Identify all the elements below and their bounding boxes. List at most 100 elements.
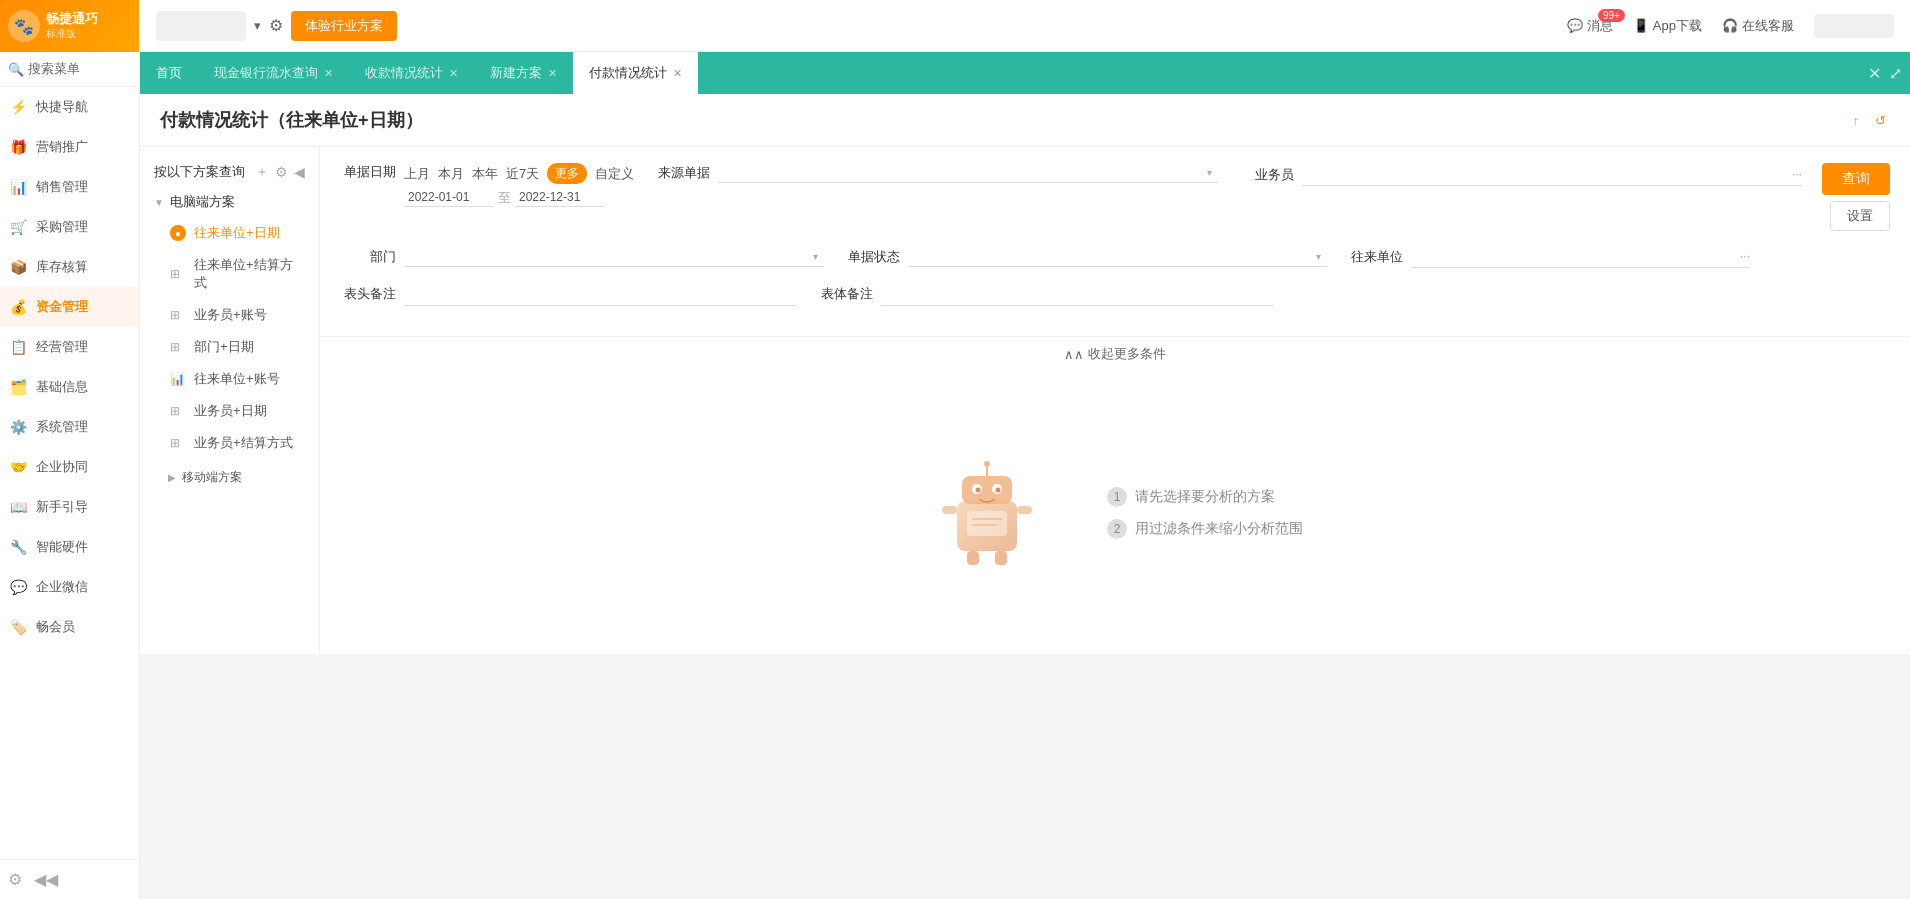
body-note-input[interactable] (881, 282, 1274, 306)
scheme-sub-label: 移动端方案 (182, 469, 242, 486)
date-range-separator: 至 (498, 189, 511, 207)
dept-select-arrow: ▾ (813, 251, 818, 262)
date-shortcut-this-month[interactable]: 本月 (438, 165, 464, 183)
dept-select[interactable]: ▾ (404, 247, 824, 267)
staff-dots[interactable]: ··· (1792, 167, 1802, 181)
messages-badge: 99+ (1598, 9, 1625, 22)
scheme-group-desktop-title[interactable]: ▼ 电脑端方案 (140, 187, 319, 217)
sidebar-item-label: 资金管理 (36, 298, 88, 316)
scheme-settings-icon[interactable]: ⚙ (275, 164, 288, 180)
scheme-add-icon[interactable]: ＋ (255, 163, 269, 181)
sidebar-item-basic-info[interactable]: 🗂️ 基础信息 (0, 367, 139, 407)
empty-tips: 1 请先选择要分析的方案 2 用过滤条件来缩小分析范围 (1107, 487, 1303, 539)
sidebar-item-label: 企业微信 (36, 578, 88, 596)
staff-input-container: ··· (1302, 163, 1802, 186)
tab-payment-stats[interactable]: 付款情况统计 ✕ (573, 52, 698, 94)
sidebar-item-sales[interactable]: 📊 销售管理 (0, 167, 139, 207)
date-end-input[interactable]: 2022-12-31 (515, 188, 605, 207)
filter-form: 单据日期 上月 本月 本年 近7天 更多 自定义 (320, 147, 1910, 336)
voucher-status-arrow: ▾ (1316, 251, 1321, 262)
basic-info-icon: 🗂️ (8, 377, 28, 397)
purchase-icon: 🛒 (8, 217, 28, 237)
svg-rect-10 (967, 551, 979, 565)
sidebar-item-system[interactable]: ⚙️ 系统管理 (0, 407, 139, 447)
collapse-icon: ∧∧ (1064, 347, 1084, 362)
scheme-item-contact-date[interactable]: ● 往来单位+日期 (140, 217, 319, 249)
scheme-group-mobile-title[interactable]: ▶ 移动端方案 (154, 463, 319, 492)
sidebar-collapse-icon[interactable]: ◀◀ (34, 870, 58, 889)
tab-maximize-icon[interactable]: ⤢ (1889, 64, 1902, 83)
date-shortcut-last-month[interactable]: 上月 (404, 165, 430, 183)
filter-field-voucher-status: 单据状态 ▾ (844, 247, 1328, 267)
refresh-icon: ↺ (1875, 113, 1886, 128)
scheme-item-contact-settle[interactable]: ⊞ 往来单位+结算方式 (140, 249, 319, 299)
sidebar-item-label: 库存核算 (36, 258, 88, 276)
tab-close-all-icon[interactable]: ✕ (1868, 64, 1881, 83)
scheme-item-staff-date[interactable]: ⊞ 业务员+日期 (140, 395, 319, 427)
scheme-item-dept-date[interactable]: ⊞ 部门+日期 (140, 331, 319, 363)
sidebar-item-enterprise[interactable]: 🤝 企业协同 (0, 447, 139, 487)
tab-bank-flow[interactable]: 现金银行流水查询 ✕ (198, 52, 349, 94)
dept-label: 部门 (340, 248, 396, 266)
tab-bank-flow-close[interactable]: ✕ (324, 67, 333, 80)
filter-field-contact: 往来单位 ··· (1347, 245, 1750, 268)
tab-new-scheme-close[interactable]: ✕ (548, 67, 557, 80)
filter-layout: 按以下方案查询 ＋ ⚙ ◀ ▼ 电脑端方案 ● (140, 147, 1910, 654)
date-shortcut-7days[interactable]: 近7天 (506, 165, 539, 183)
tab-home[interactable]: 首页 (140, 52, 198, 94)
voucher-status-select[interactable]: ▾ (908, 247, 1328, 267)
sidebar-item-quick-nav[interactable]: ⚡ 快捷导航 (0, 87, 139, 127)
sidebar-item-hardware[interactable]: 🔧 智能硬件 (0, 527, 139, 567)
contact-dots[interactable]: ··· (1740, 249, 1750, 263)
date-shortcut-this-year[interactable]: 本年 (472, 165, 498, 183)
messages-button[interactable]: 💬 消息 99+ (1567, 17, 1613, 35)
trial-button[interactable]: 体验行业方案 (291, 11, 397, 41)
header-note-input[interactable] (404, 282, 797, 306)
sidebar-item-inventory[interactable]: 📦 库存核算 (0, 247, 139, 287)
page-title-bar: 付款情况统计（往来单位+日期） ↑ ↺ (140, 94, 1910, 147)
export-icon: ↑ (1853, 113, 1860, 128)
search-menu[interactable]: 🔍 搜索菜单 (0, 52, 139, 87)
collapse-bar: ∧∧ 收起更多条件 (320, 336, 1910, 371)
header-dropdown-icon[interactable]: ▾ (254, 18, 261, 33)
scheme-item-contact-account[interactable]: 📊 往来单位+账号 (140, 363, 319, 395)
source-select[interactable]: ▾ (718, 163, 1218, 183)
query-button[interactable]: 查询 (1822, 163, 1890, 195)
sidebar-item-wechat[interactable]: 💬 企业微信 (0, 567, 139, 607)
date-shortcut-custom[interactable]: 自定义 (595, 165, 634, 183)
app-download-button[interactable]: 📱 App下载 (1633, 17, 1702, 35)
sidebar-item-purchase[interactable]: 🛒 采购管理 (0, 207, 139, 247)
tab-receipt-stats[interactable]: 收款情况统计 ✕ (349, 52, 474, 94)
export-button[interactable]: ↑ (1853, 113, 1864, 128)
settings-button[interactable]: 设置 (1830, 201, 1890, 231)
contact-label: 往来单位 (1347, 248, 1403, 266)
collapse-button[interactable]: ∧∧ 收起更多条件 (1064, 345, 1166, 363)
sidebar-settings-icon[interactable]: ⚙ (8, 870, 22, 889)
scheme-item-bar-icon: 📊 (170, 371, 186, 387)
sidebar-item-operation[interactable]: 📋 经营管理 (0, 327, 139, 367)
tab-new-scheme-label: 新建方案 (490, 64, 542, 82)
refresh-button[interactable]: ↺ (1875, 113, 1890, 128)
header-settings-icon[interactable]: ⚙ (269, 16, 283, 35)
tab-new-scheme[interactable]: 新建方案 ✕ (474, 52, 573, 94)
online-service-button[interactable]: 🎧 在线客服 (1722, 17, 1794, 35)
scheme-item-staff-account[interactable]: ⊞ 业务员+账号 (140, 299, 319, 331)
search-label: 搜索菜单 (28, 60, 80, 78)
sidebar-header: 🐾 畅捷通巧 标准版 (0, 0, 139, 52)
date-shortcut-more[interactable]: 更多 (547, 163, 587, 184)
sidebar-item-capital[interactable]: 💰 资金管理 (0, 287, 139, 327)
date-start-input[interactable]: 2022-01-01 (404, 188, 494, 207)
sidebar-item-label: 系统管理 (36, 418, 88, 436)
tab-payment-stats-close[interactable]: ✕ (673, 67, 682, 80)
scheme-item-staff-settle[interactable]: ⊞ 业务员+结算方式 (140, 427, 319, 459)
sidebar-item-guide[interactable]: 📖 新手引导 (0, 487, 139, 527)
svg-rect-9 (1017, 506, 1032, 514)
scheme-item-table-icon: ⊞ (170, 339, 186, 355)
tab-receipt-stats-close[interactable]: ✕ (449, 67, 458, 80)
user-profile[interactable] (1814, 14, 1894, 38)
svg-point-5 (996, 488, 1001, 493)
sidebar-item-member[interactable]: 🏷️ 畅会员 (0, 607, 139, 647)
sidebar-item-marketing[interactable]: 🎁 营销推广 (0, 127, 139, 167)
scheme-item-label: 业务员+账号 (194, 306, 267, 324)
scheme-collapse-icon[interactable]: ◀ (294, 164, 305, 180)
